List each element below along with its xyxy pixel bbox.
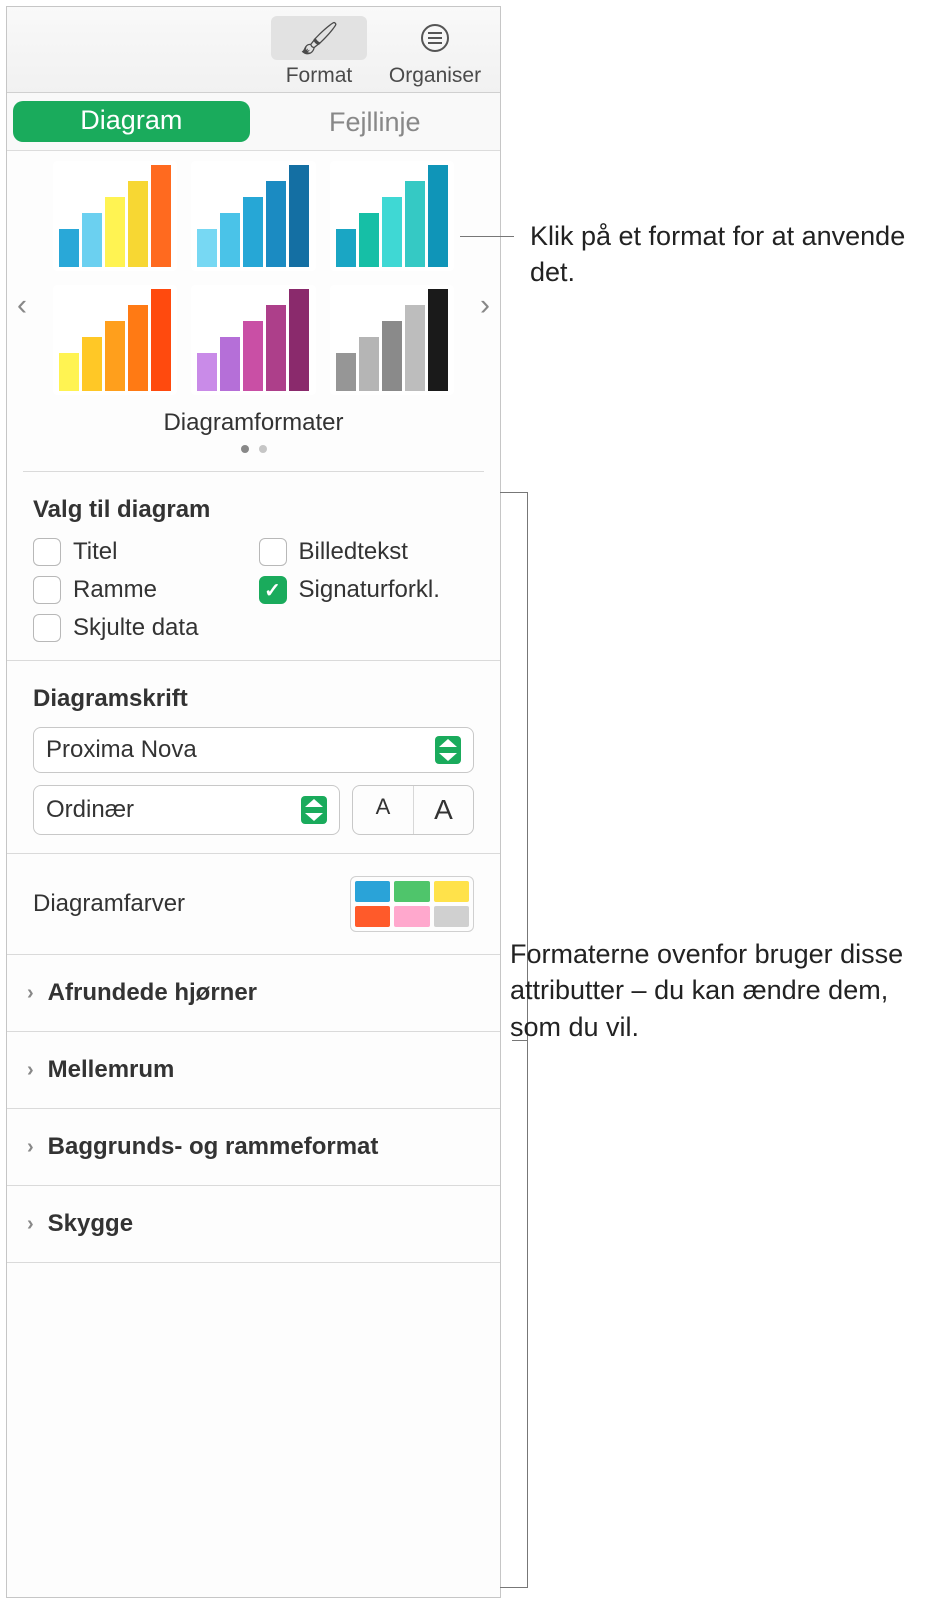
diagram-colors-picker[interactable] xyxy=(350,876,474,932)
option-titel: Titel xyxy=(33,538,249,566)
checkbox-signatur[interactable] xyxy=(259,576,287,604)
tab-errorbar[interactable]: Fejllinje xyxy=(250,101,500,150)
chart-style-grid xyxy=(53,161,454,395)
page-dot[interactable] xyxy=(241,445,249,453)
font-weight-value: Ordinær xyxy=(46,796,134,824)
diagram-options-title: Valg til diagram xyxy=(33,496,474,524)
organize-tool-label: Organiser xyxy=(389,64,481,88)
disclosure-gaps-label: Mellemrum xyxy=(48,1056,175,1084)
diagram-colors-section: Diagramfarver xyxy=(7,854,500,955)
callout-attributes: Formaterne ovenfor bruger disse attribut… xyxy=(510,936,930,1045)
format-tool-button[interactable]: 🖌 Format xyxy=(266,13,372,90)
option-billedtekst-label: Billedtekst xyxy=(299,538,408,566)
diagram-font-section: Diagramskrift Proxima Nova Ordinær A A xyxy=(7,661,500,854)
chevron-right-icon: › xyxy=(27,1059,34,1082)
chart-style-swatch[interactable] xyxy=(191,161,315,271)
callout-style-text: Klik på et format for at anvende det. xyxy=(530,221,905,287)
checkbox-billedtekst[interactable] xyxy=(259,538,287,566)
styles-prev-button[interactable]: ‹ xyxy=(11,279,33,333)
chart-style-swatch[interactable] xyxy=(53,161,177,271)
chart-styles-label: Diagramformater xyxy=(53,409,454,437)
font-size-group: A A xyxy=(352,785,474,835)
chart-style-swatch[interactable] xyxy=(330,285,454,395)
font-family-value: Proxima Nova xyxy=(46,736,197,764)
chart-style-swatch[interactable] xyxy=(53,285,177,395)
select-stepper-icon xyxy=(435,736,461,764)
diagram-font-title: Diagramskrift xyxy=(33,685,474,713)
callout-attributes-text: Formaterne ovenfor bruger disse attribut… xyxy=(510,939,903,1042)
option-titel-label: Titel xyxy=(73,538,117,566)
disclosure-bg[interactable]: › Baggrunds- og rammeformat xyxy=(7,1109,500,1186)
chart-style-swatch[interactable] xyxy=(330,161,454,271)
option-signatur-label: Signaturforkl. xyxy=(299,576,440,604)
checkbox-titel[interactable] xyxy=(33,538,61,566)
option-ramme-label: Ramme xyxy=(73,576,157,604)
chevron-right-icon: › xyxy=(27,1213,34,1236)
disclosure-bg-label: Baggrunds- og rammeformat xyxy=(48,1133,379,1161)
tab-diagram[interactable]: Diagram xyxy=(13,101,250,142)
page-indicator xyxy=(53,445,454,453)
inspector-tabs: Diagram Fejllinje xyxy=(7,93,500,151)
select-stepper-icon xyxy=(301,796,327,824)
format-tool-label: Format xyxy=(286,64,353,88)
styles-next-button[interactable]: › xyxy=(474,279,496,333)
disclosure-corners[interactable]: › Afrundede hjørner xyxy=(7,955,500,1032)
disclosure-shadow[interactable]: › Skygge xyxy=(7,1186,500,1263)
diagram-colors-title: Diagramfarver xyxy=(33,890,185,918)
disclosure-gaps[interactable]: › Mellemrum xyxy=(7,1032,500,1109)
brush-icon: 🖌 xyxy=(299,19,340,57)
disclosure-shadow-label: Skygge xyxy=(48,1210,133,1238)
inspector-toolbar: 🖌 Format Organiser xyxy=(7,7,500,93)
font-size-larger-button[interactable]: A xyxy=(413,786,473,834)
format-inspector-panel: 🖌 Format Organiser Diagram Fejllinje ‹ ›… xyxy=(6,6,501,1598)
option-skjulte: Skjulte data xyxy=(33,614,249,642)
chevron-right-icon: › xyxy=(27,982,34,1005)
disclosure-corners-label: Afrundede hjørner xyxy=(48,979,257,1007)
option-ramme: Ramme xyxy=(33,576,249,604)
font-weight-select[interactable]: Ordinær xyxy=(33,785,340,835)
option-billedtekst: Billedtekst xyxy=(259,538,475,566)
font-family-select[interactable]: Proxima Nova xyxy=(33,727,474,773)
font-size-smaller-button[interactable]: A xyxy=(353,786,413,834)
option-skjulte-label: Skjulte data xyxy=(73,614,198,642)
diagram-options-section: Valg til diagram Titel Billedtekst Ramme… xyxy=(7,472,500,661)
organize-tool-button[interactable]: Organiser xyxy=(382,13,488,90)
option-signatur: Signaturforkl. xyxy=(259,576,475,604)
chevron-right-icon: › xyxy=(27,1136,34,1159)
list-icon xyxy=(421,24,449,52)
callout-style: Klik på et format for at anvende det. xyxy=(530,218,930,291)
chart-style-swatch[interactable] xyxy=(191,285,315,395)
page-dot[interactable] xyxy=(259,445,267,453)
checkbox-ramme[interactable] xyxy=(33,576,61,604)
checkbox-skjulte[interactable] xyxy=(33,614,61,642)
chart-styles-area: ‹ › Diagramformater xyxy=(7,151,500,471)
